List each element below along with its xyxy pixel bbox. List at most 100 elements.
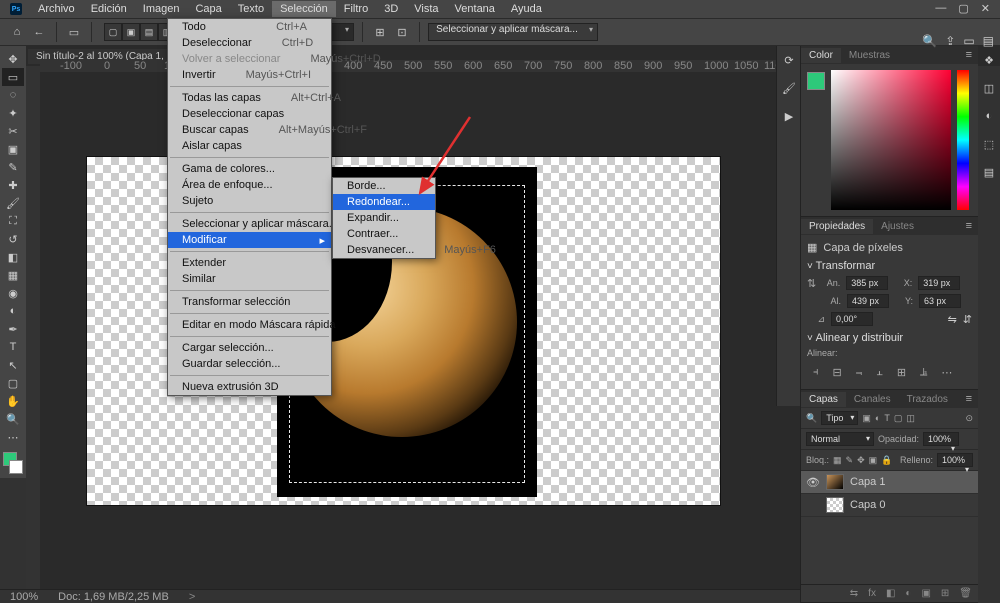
submenu-item[interactable]: Redondear...	[333, 194, 435, 210]
menu-vista[interactable]: Vista	[406, 1, 446, 17]
tab-muestras[interactable]: Muestras	[841, 48, 898, 63]
menu-item[interactable]: Editar en modo Máscara rápida	[168, 317, 331, 333]
gradient-tool[interactable]: ▦	[2, 266, 24, 284]
layer-name[interactable]: Capa 0	[850, 499, 885, 511]
tab-capas[interactable]: Capas	[801, 392, 846, 407]
marquee-tool[interactable]: ▭	[2, 68, 24, 86]
color-field[interactable]	[831, 70, 951, 210]
close-icon[interactable]: ✕	[981, 2, 990, 15]
pen-tool[interactable]: ✒	[2, 320, 24, 338]
opt-icon-b[interactable]: ⊡	[393, 23, 411, 41]
color-swatches[interactable]	[3, 452, 23, 474]
menu-imagen[interactable]: Imagen	[135, 1, 188, 17]
section-transformar[interactable]: ˅ Transformar	[807, 260, 972, 272]
filter-icon[interactable]: ◐	[875, 413, 880, 423]
align-bottom-icon[interactable]: ⫡	[920, 366, 927, 379]
menu-item[interactable]: TodoCtrl+A	[168, 19, 331, 35]
menu-item[interactable]: Seleccionar y aplicar máscara...Alt+Ctrl…	[168, 216, 331, 232]
hue-slider[interactable]	[957, 70, 969, 210]
opt-icon-a[interactable]: ⊞	[371, 23, 389, 41]
submenu-item[interactable]: Expandir...	[333, 210, 435, 226]
share-icon[interactable]: ⇪	[945, 34, 955, 48]
edit-toolbar[interactable]: ⋯	[2, 428, 24, 446]
minimize-icon[interactable]: —	[935, 2, 946, 15]
panel-menu-icon[interactable]: ≡	[960, 220, 978, 232]
menu-item[interactable]: Todas las capasAlt+Ctrl+A	[168, 90, 331, 106]
menu-edicion[interactable]: Edición	[83, 1, 135, 17]
heal-tool[interactable]: ✚	[2, 176, 24, 194]
submenu-item[interactable]: Desvanecer...Mayús+F6	[333, 242, 435, 258]
filter-icon[interactable]: ◫	[906, 413, 915, 424]
move-tool[interactable]: ✥	[2, 50, 24, 68]
filter-icon[interactable]: T	[884, 413, 890, 423]
tab-color[interactable]: Color	[801, 48, 841, 63]
menu-item[interactable]: Similar	[168, 271, 331, 287]
frame-tool[interactable]: ▣	[2, 140, 24, 158]
doc-status[interactable]: Doc: 1,69 MB/2,25 MB	[58, 591, 169, 603]
panel-menu-icon[interactable]: ≡	[960, 393, 978, 405]
menu-item[interactable]: Buscar capasAlt+Mayús+Ctrl+F	[168, 122, 331, 138]
marquee-tool-icon[interactable]: ▭	[65, 23, 83, 41]
menu-item[interactable]: Modificar▸	[168, 232, 331, 248]
filter-kind[interactable]: Tipo	[821, 411, 858, 425]
workspace-icon[interactable]: ▭	[963, 34, 974, 48]
menu-item[interactable]: Cargar selección...	[168, 340, 331, 356]
tab-ajustes[interactable]: Ajustes	[873, 219, 922, 234]
menu-item[interactable]: Extender	[168, 255, 331, 271]
align-hcenter-icon[interactable]: ⊟	[833, 366, 842, 379]
zoom-tool[interactable]: 🔍	[2, 410, 24, 428]
zoom-status[interactable]: 100%	[10, 591, 38, 603]
filter-toggle[interactable]: ⊙	[965, 413, 973, 424]
history-icon[interactable]: ⟳	[777, 46, 801, 74]
foreground-swatch[interactable]	[807, 72, 825, 90]
blur-tool[interactable]: ◉	[2, 284, 24, 302]
menu-capa[interactable]: Capa	[187, 1, 229, 17]
menu-item[interactable]: Deseleccionar capas	[168, 106, 331, 122]
layer-row[interactable]: Capa 0	[801, 494, 978, 517]
actions-icon[interactable]: ▶	[777, 102, 801, 130]
crop-tool[interactable]: ✂	[2, 122, 24, 140]
filter-icon[interactable]: ▢	[894, 413, 903, 424]
search-icon[interactable]: 🔍	[922, 34, 937, 48]
submenu-item[interactable]: Borde...	[333, 178, 435, 194]
menu-item[interactable]: Guardar selección...	[168, 356, 331, 372]
libraries-icon[interactable]: ◫	[978, 74, 1000, 102]
layer-name[interactable]: Capa 1	[850, 476, 885, 488]
filter-icon[interactable]: ▣	[862, 413, 871, 424]
layer-row[interactable]: 👁 Capa 1	[801, 471, 978, 494]
panels-icon[interactable]: ▤	[983, 34, 994, 48]
fill-field[interactable]: 100%	[937, 453, 973, 467]
dodge-tool[interactable]: ◐	[2, 302, 24, 320]
menu-item[interactable]: DeseleccionarCtrl+D	[168, 35, 331, 51]
menu-seleccion[interactable]: Selección	[272, 1, 336, 17]
menu-archivo[interactable]: Archivo	[30, 1, 83, 17]
eyedropper-tool[interactable]: ✎	[2, 158, 24, 176]
menu-filtro[interactable]: Filtro	[336, 1, 376, 17]
type-tool[interactable]: T	[2, 338, 24, 356]
tab-propiedades[interactable]: Propiedades	[801, 219, 873, 234]
menu-3d[interactable]: 3D	[376, 1, 406, 17]
new-layer-icon[interactable]: ⊞	[941, 588, 949, 599]
mask-icon[interactable]: ◧	[886, 588, 895, 599]
menu-item[interactable]: InvertirMayús+Ctrl+I	[168, 67, 331, 83]
flip-h-icon[interactable]: ⇋	[948, 313, 957, 326]
visibility-icon[interactable]: 👁	[806, 476, 820, 489]
fx-icon[interactable]: fx	[868, 588, 876, 599]
menu-item[interactable]: Volver a seleccionarMayús+Ctrl+D	[168, 51, 331, 67]
link-layers-icon[interactable]: ⇆	[850, 588, 858, 599]
stamp-tool[interactable]: ⛶	[2, 212, 24, 230]
lock-icon[interactable]: ▣	[869, 455, 878, 466]
history-brush-tool[interactable]: ↺	[2, 230, 24, 248]
menu-item[interactable]: Sujeto	[168, 193, 331, 209]
hand-tool[interactable]: ✋	[2, 392, 24, 410]
lasso-tool[interactable]: ◌	[2, 86, 24, 104]
opacity-field[interactable]: 100%	[923, 432, 959, 446]
flip-v-icon[interactable]: ⇵	[963, 313, 972, 326]
menu-item[interactable]: Transformar selección	[168, 294, 331, 310]
home-icon[interactable]: ⌂	[8, 23, 26, 41]
eraser-tool[interactable]: ◧	[2, 248, 24, 266]
wand-tool[interactable]: ✦	[2, 104, 24, 122]
layers-shortcut-icon[interactable]: ▤	[978, 158, 1000, 186]
brushes-icon[interactable]: 🖌	[777, 74, 801, 102]
lock-icon[interactable]: ▦	[833, 455, 842, 466]
